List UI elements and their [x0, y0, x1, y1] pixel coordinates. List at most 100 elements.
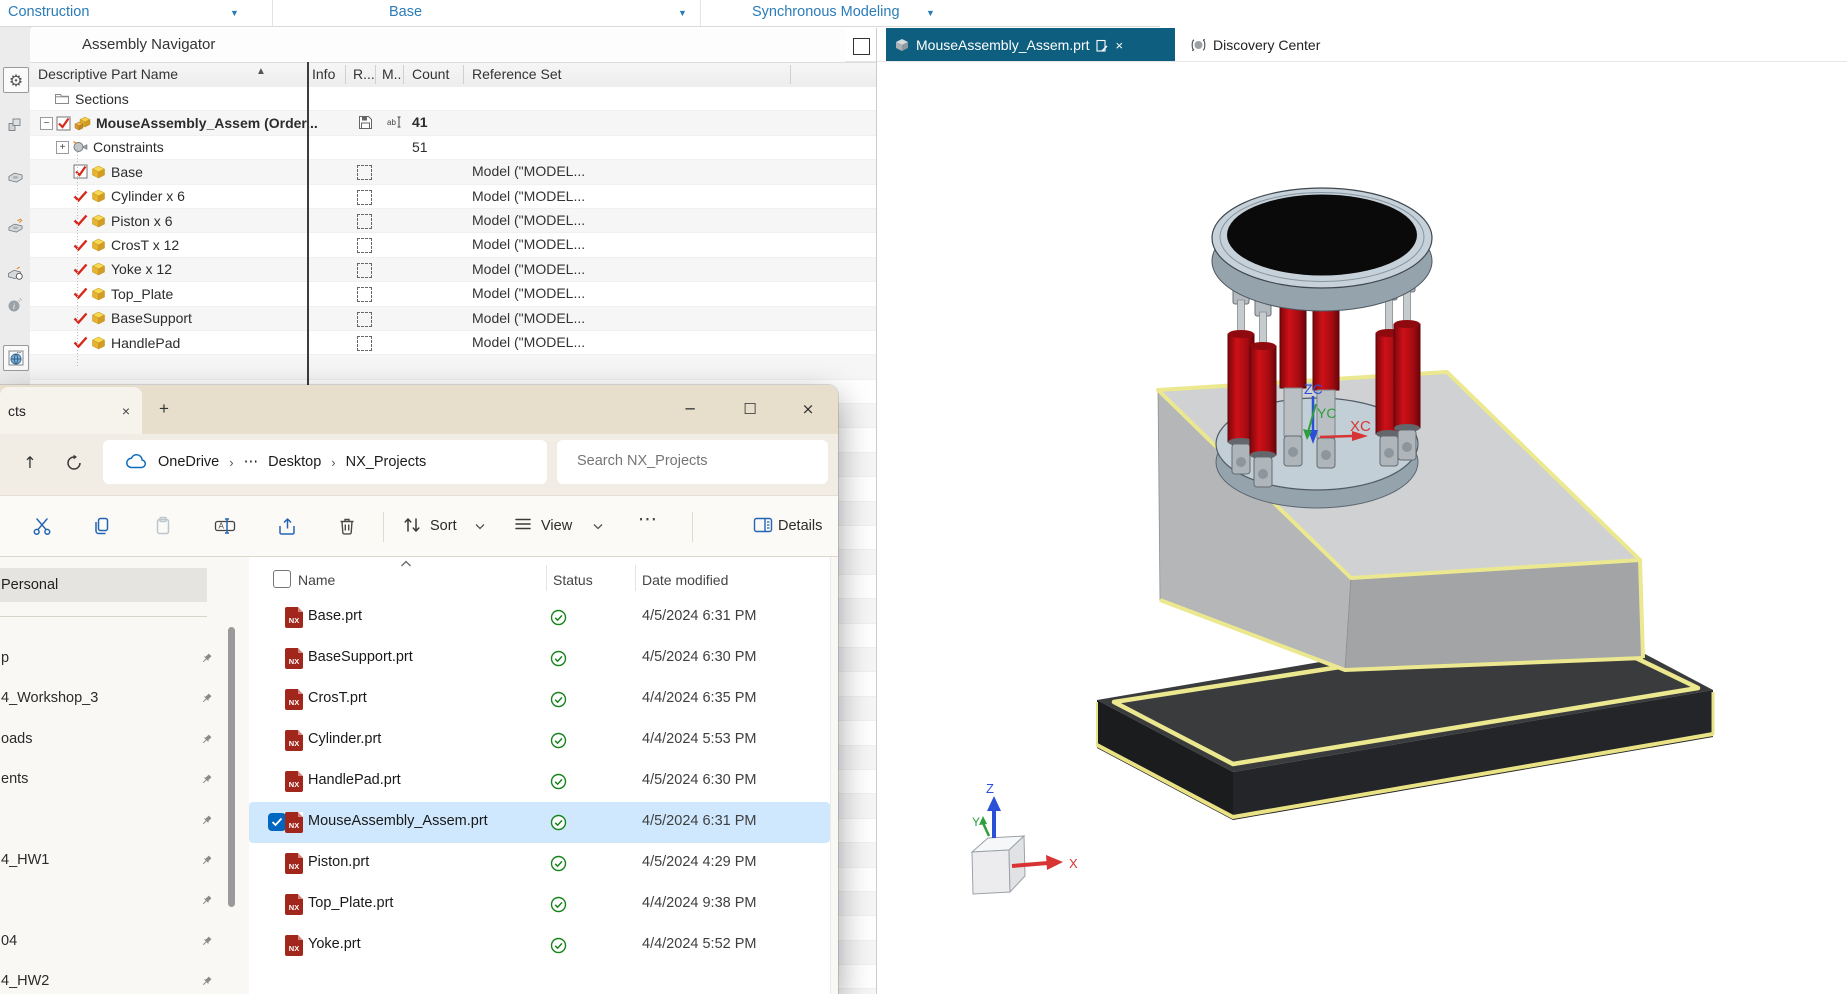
tree-row[interactable]: Piston x 6 Model ("MODEL...	[30, 208, 876, 234]
component-checkbox[interactable]	[73, 263, 88, 276]
column-status[interactable]: Status	[553, 572, 593, 588]
breadcrumb-item[interactable]: Desktop	[268, 454, 321, 470]
tree-row[interactable]: Cylinder x 6 Model ("MODEL...	[30, 184, 876, 209]
synchronous-modeling-dropdown[interactable]: Synchronous Modeling	[752, 4, 900, 20]
model-top-plate[interactable]	[1211, 187, 1433, 312]
tree-row[interactable]: Yoke x 12 Model ("MODEL...	[30, 257, 876, 283]
view-triad[interactable]: Y Z X	[970, 781, 1078, 895]
tab-discovery-center[interactable]: Discovery Center	[1180, 28, 1330, 62]
details-icon[interactable]	[753, 516, 773, 534]
search-box[interactable]	[557, 440, 828, 484]
sidebar-pinned-item[interactable]	[0, 882, 240, 922]
info-icon[interactable]: i	[3, 293, 27, 317]
tab-mouseassembly-assem[interactable]: MouseAssembly_Assem.prt ×	[886, 28, 1175, 62]
sort-asc-icon[interactable]: ▲	[256, 66, 266, 77]
gear-icon[interactable]: ⚙	[3, 67, 29, 93]
chevron-down-icon[interactable]: ▼	[230, 8, 239, 18]
file-row[interactable]: NX HandlePad.prt 4/5/2024 6:30 PM	[249, 761, 830, 802]
sort-direction-icon[interactable]	[400, 555, 412, 571]
new-tab-button[interactable]: +	[152, 397, 176, 421]
file-row[interactable]: NX Yoke.prt 4/4/2024 5:52 PM	[249, 925, 830, 966]
file-row[interactable]: NX CrosT.prt 4/4/2024 6:35 PM	[249, 679, 830, 720]
view-button[interactable]: View	[541, 518, 572, 534]
breadcrumb-item[interactable]: NX_Projects	[346, 454, 427, 470]
expand-icon[interactable]: +	[56, 140, 69, 154]
sidebar-pinned-item[interactable]: p	[0, 640, 240, 680]
up-arrow-icon[interactable]: ↑	[18, 450, 42, 474]
sidebar-profile-personal[interactable]: Personal	[0, 568, 207, 602]
column-date-modified[interactable]: Date modified	[642, 572, 728, 588]
tree-column-header[interactable]: Descriptive Part Name ▲ Info R... M.. Co…	[30, 62, 876, 88]
component-checkbox[interactable]	[73, 164, 88, 179]
component-checkbox[interactable]	[56, 116, 71, 131]
component-checkbox[interactable]	[73, 336, 88, 349]
tree-row[interactable]: Top_Plate Model ("MODEL...	[30, 282, 876, 307]
column-descriptive-part-name[interactable]: Descriptive Part Name	[38, 66, 178, 82]
component-checkbox[interactable]	[73, 190, 88, 203]
column-reference-set[interactable]: Reference Set	[472, 66, 562, 82]
column-name[interactable]: Name	[298, 572, 335, 588]
sidebar-pinned-item[interactable]: oads	[0, 721, 240, 761]
component-checkbox[interactable]	[73, 312, 88, 325]
chevron-down-icon[interactable]: ▼	[926, 8, 935, 18]
sidebar-pinned-item[interactable]	[0, 802, 240, 842]
breadcrumb-item[interactable]: ⋯	[244, 454, 259, 470]
view-icon[interactable]	[514, 516, 532, 532]
tree-row[interactable]: − MouseAssembly_Assem (Order... ab 41	[30, 111, 876, 136]
row-checkbox[interactable]	[268, 813, 286, 831]
sort-icon[interactable]	[402, 516, 422, 534]
file-row[interactable]: NX BaseSupport.prt 4/5/2024 6:30 PM	[249, 638, 830, 679]
sidebar-pinned-item[interactable]: 4_Workshop_3	[0, 680, 240, 720]
file-row[interactable]: NX MouseAssembly_Assem.prt 4/5/2024 6:31 P…	[249, 802, 830, 843]
base-dropdown[interactable]: Base	[389, 4, 422, 20]
tree-row[interactable]: CrosT x 12 Model ("MODEL...	[30, 233, 876, 258]
copy-icon[interactable]	[92, 516, 112, 536]
tree-row[interactable]: + Constraints 51	[30, 135, 876, 161]
chevron-down-icon[interactable]: ▼	[678, 8, 687, 18]
panel-divider[interactable]	[876, 28, 877, 994]
tree-row[interactable]: HandlePad Model ("MODEL...	[30, 330, 876, 356]
more-options-icon[interactable]: ⋯	[638, 508, 657, 530]
column-info[interactable]: Info	[312, 66, 335, 82]
bracket-part-dims-icon[interactable]	[3, 213, 27, 237]
tree-row[interactable]: BaseSupport Model ("MODEL...	[30, 306, 876, 331]
column-m[interactable]: M..	[382, 66, 401, 82]
explorer-tab[interactable]: cts ×	[0, 387, 142, 434]
bracket-part-icon[interactable]	[3, 163, 27, 187]
select-all-checkbox[interactable]	[273, 570, 291, 588]
part-blocks-icon[interactable]	[3, 113, 27, 137]
restore-window-button[interactable]	[853, 38, 870, 55]
sort-button[interactable]: Sort	[430, 518, 457, 534]
component-checkbox[interactable]	[73, 239, 88, 252]
share-icon[interactable]	[277, 516, 298, 536]
close-icon[interactable]: ×	[1116, 38, 1124, 53]
delete-icon[interactable]	[338, 516, 357, 536]
close-icon[interactable]: ×	[122, 403, 130, 419]
component-checkbox[interactable]	[73, 214, 88, 227]
collapse-icon[interactable]: −	[40, 116, 53, 130]
sidebar-pinned-item[interactable]: 04	[0, 923, 240, 963]
close-button[interactable]: ×	[788, 393, 828, 425]
column-r[interactable]: R...	[353, 66, 375, 82]
maximize-button[interactable]: ☐	[730, 393, 770, 425]
explorer-titlebar[interactable]: cts × + ─ ☐ ×	[0, 385, 838, 434]
construction-dropdown[interactable]: Construction	[8, 4, 89, 20]
sidebar-pinned-item[interactable]: ents	[0, 761, 240, 801]
file-row[interactable]: NX Top_Plate.prt 4/4/2024 9:38 PM	[249, 884, 830, 925]
file-row[interactable]: NX Base.prt 4/5/2024 6:31 PM	[249, 597, 830, 638]
rename-icon[interactable]: A	[214, 516, 236, 536]
refresh-icon[interactable]	[62, 451, 86, 475]
sidebar-pinned-item[interactable]: 4_HW1	[0, 842, 240, 882]
tree-row[interactable]: Base Model ("MODEL...	[30, 160, 876, 185]
file-row[interactable]: NX Cylinder.prt 4/4/2024 5:53 PM	[249, 720, 830, 761]
part-search-icon[interactable]	[3, 261, 27, 285]
3d-viewport[interactable]: ZC YC XC Y Z X	[878, 62, 1847, 994]
column-count[interactable]: Count	[412, 66, 449, 82]
details-button[interactable]: Details	[778, 518, 822, 534]
search-input[interactable]	[575, 452, 819, 470]
cut-icon[interactable]	[32, 516, 53, 537]
minimize-button[interactable]: ─	[670, 393, 710, 425]
web-icon[interactable]	[3, 345, 29, 371]
tree-row[interactable]: Sections	[30, 87, 876, 112]
breadcrumb[interactable]: OneDrive › ⋯ Desktop › NX_Projects	[103, 440, 547, 484]
